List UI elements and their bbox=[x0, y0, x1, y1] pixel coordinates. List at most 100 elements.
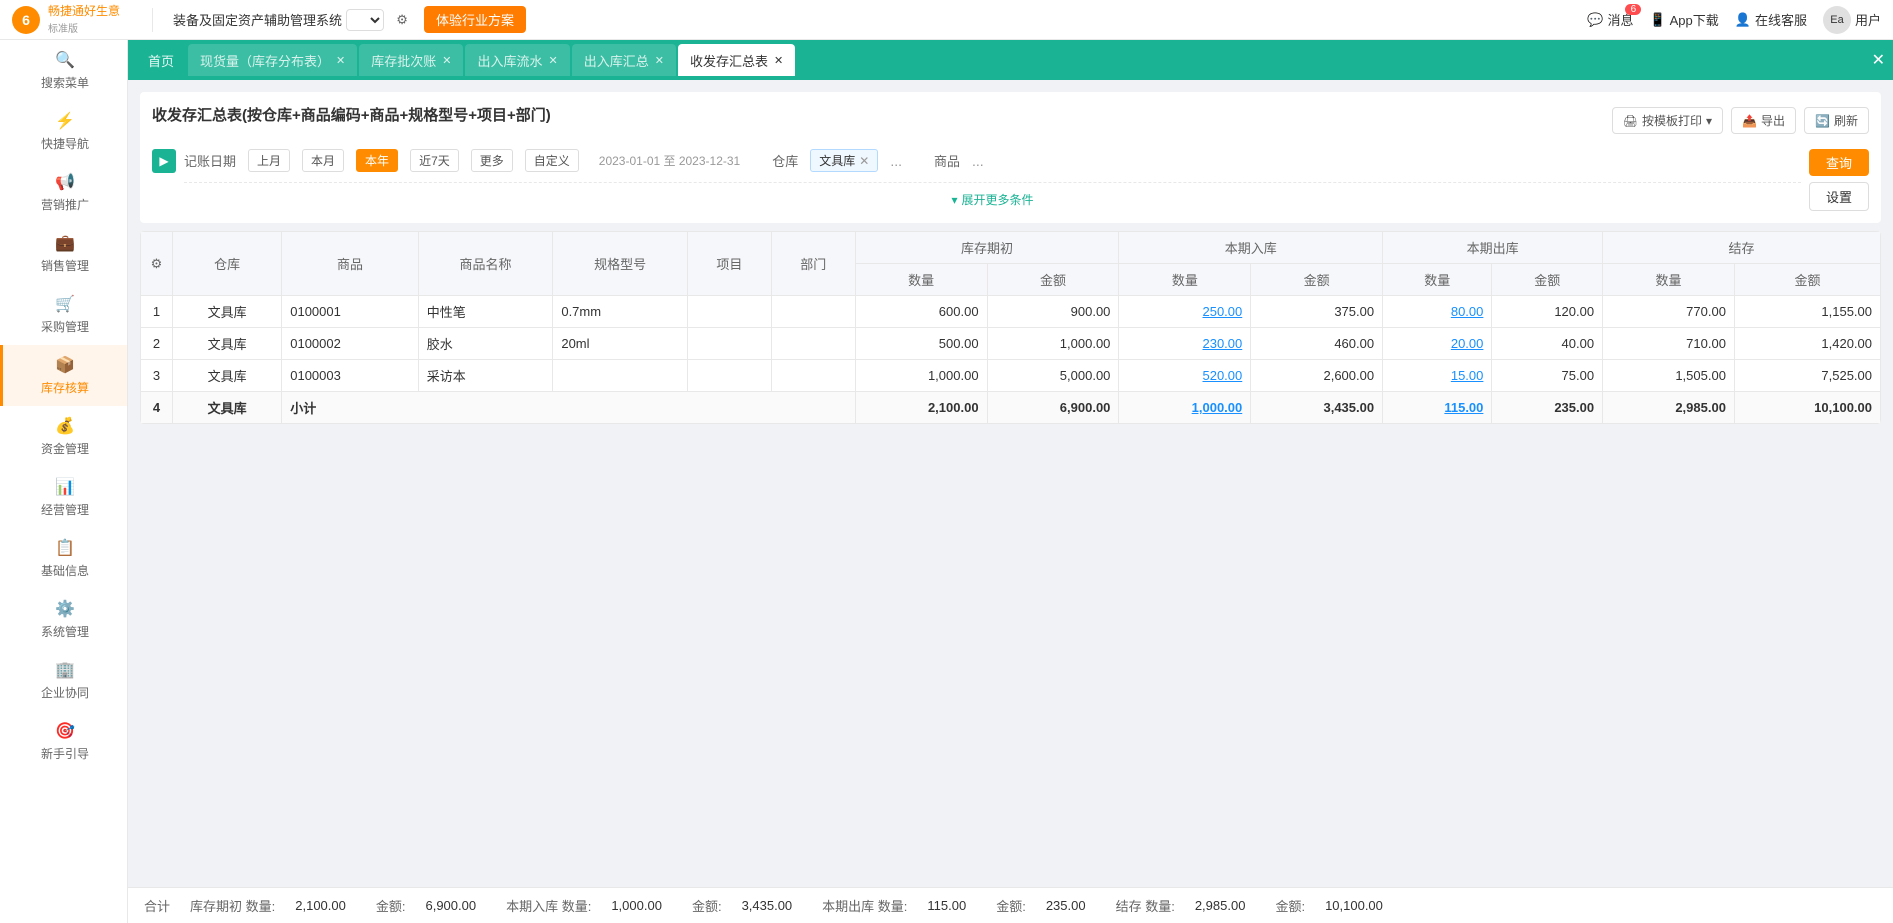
th-settings[interactable]: ⚙ bbox=[141, 232, 173, 296]
th-in-qty: 数量 bbox=[1119, 264, 1251, 296]
experience-button[interactable]: 体验行业方案 bbox=[424, 6, 526, 33]
system-select[interactable] bbox=[346, 9, 384, 31]
row2-spec: 20ml bbox=[553, 328, 688, 360]
row1-opening-amt: 900.00 bbox=[987, 296, 1119, 328]
row1-in-qty[interactable]: 250.00 bbox=[1119, 296, 1251, 328]
goods-dots[interactable]: ... bbox=[972, 153, 984, 169]
row1-out-qty[interactable]: 80.00 bbox=[1383, 296, 1492, 328]
megaphone-icon: 📢 bbox=[55, 172, 75, 192]
query-button[interactable]: 查询 bbox=[1809, 149, 1869, 176]
filter-recent7[interactable]: 近7天 bbox=[410, 149, 459, 172]
row1-spec: 0.7mm bbox=[553, 296, 688, 328]
date-filter-label: 记账日期 bbox=[184, 151, 236, 170]
tab-inventory-dist[interactable]: 现货量（库存分布表） ✕ bbox=[188, 44, 357, 76]
row2-code: 0100002 bbox=[282, 328, 419, 360]
subtotal-closing-amt: 10,100.00 bbox=[1734, 392, 1880, 424]
sidebar-item-guide[interactable]: 🎯 新手引导 bbox=[0, 711, 127, 772]
row1-no: 1 bbox=[141, 296, 173, 328]
target-icon: 🎯 bbox=[55, 721, 75, 741]
row2-in-qty[interactable]: 230.00 bbox=[1119, 328, 1251, 360]
tab-close-inventory-dist[interactable]: ✕ bbox=[336, 54, 345, 67]
tab-home[interactable]: 首页 bbox=[136, 44, 186, 76]
app-download-item[interactable]: 📱 App下载 bbox=[1649, 10, 1718, 29]
tab-bar-close[interactable]: ✕ bbox=[1872, 50, 1885, 70]
sidebar-item-marketing[interactable]: 📢 营销推广 bbox=[0, 162, 127, 223]
row2-dept bbox=[771, 328, 855, 360]
filter-collapse-arrow[interactable]: ▶ bbox=[152, 149, 176, 173]
export-button[interactable]: 📤 导出 bbox=[1731, 107, 1796, 134]
tab-close-in-out-flow[interactable]: ✕ bbox=[549, 54, 558, 67]
lightning-icon: ⚡ bbox=[55, 111, 75, 131]
subtotal-opening-amt: 6,900.00 bbox=[987, 392, 1119, 424]
row2-opening-qty: 500.00 bbox=[855, 328, 987, 360]
sidebar-item-search[interactable]: 🔍 搜索菜单 bbox=[0, 40, 127, 101]
sidebar-item-sales[interactable]: 💼 销售管理 bbox=[0, 223, 127, 284]
th-closing-amt: 金额 bbox=[1734, 264, 1880, 296]
table-row: 1 文具库 0100001 中性笔 0.7mm 600.00 900.00 25… bbox=[141, 296, 1881, 328]
tab-stock-summary[interactable]: 收发存汇总表 ✕ bbox=[678, 44, 795, 76]
row2-in-amt: 460.00 bbox=[1251, 328, 1383, 360]
subtotal-in-qty[interactable]: 1,000.00 bbox=[1119, 392, 1251, 424]
tab-in-out-flow[interactable]: 出入库流水 ✕ bbox=[465, 44, 569, 76]
bottom-bar: 合计 库存期初 数量: 2,100.00 金额: 6,900.00 本期入库 数… bbox=[128, 887, 1893, 923]
filter-this-year[interactable]: 本年 bbox=[356, 149, 398, 172]
th-out: 本期出库 bbox=[1383, 232, 1603, 264]
sidebar-item-finance[interactable]: 💰 资金管理 bbox=[0, 406, 127, 467]
message-item[interactable]: 💬 消息 6 bbox=[1587, 10, 1633, 29]
sidebar-item-purchase[interactable]: 🛒 采购管理 bbox=[0, 284, 127, 345]
row1-project bbox=[687, 296, 771, 328]
row2-out-qty[interactable]: 20.00 bbox=[1383, 328, 1492, 360]
row2-name: 胶水 bbox=[418, 328, 553, 360]
filter-custom[interactable]: 自定义 bbox=[525, 149, 579, 172]
goods-filter-label: 商品 bbox=[934, 151, 960, 170]
warehouse-dots[interactable]: ... bbox=[890, 153, 902, 169]
th-goods-code: 商品 bbox=[282, 232, 419, 296]
subtotal-label: 小计 bbox=[282, 392, 855, 424]
sidebar-item-inventory[interactable]: 📦 库存核算 bbox=[0, 345, 127, 406]
filter-last-month[interactable]: 上月 bbox=[248, 149, 290, 172]
sidebar-item-operations[interactable]: 📊 经营管理 bbox=[0, 467, 127, 528]
subtotal-out-qty[interactable]: 115.00 bbox=[1383, 392, 1492, 424]
tab-in-out-summary[interactable]: 出入库汇总 ✕ bbox=[572, 44, 676, 76]
subtotal-no: 4 bbox=[141, 392, 173, 424]
settings-button[interactable]: 设置 bbox=[1809, 182, 1869, 211]
total-closing-amt: 10,100.00 bbox=[1325, 898, 1383, 913]
money-icon: 💰 bbox=[55, 416, 75, 436]
table-card: ⚙ 仓库 商品 商品名称 规格型号 项目 部门 库存期初 本期入库 本期出库 结 bbox=[140, 231, 1881, 424]
row2-opening-amt: 1,000.00 bbox=[987, 328, 1119, 360]
filter-row-1: 记账日期 上月 本月 本年 近7天 更多 自定义 2023-01-01 至 20… bbox=[184, 149, 1801, 172]
row3-out-qty[interactable]: 15.00 bbox=[1383, 360, 1492, 392]
row3-name: 采访本 bbox=[418, 360, 553, 392]
tab-close-stock-summary[interactable]: ✕ bbox=[774, 54, 783, 67]
row1-closing-qty: 770.00 bbox=[1603, 296, 1735, 328]
print-button[interactable]: 🖨 按模板打印 ▾ bbox=[1612, 107, 1723, 134]
filter-this-month[interactable]: 本月 bbox=[302, 149, 344, 172]
row1-out-amt: 120.00 bbox=[1492, 296, 1603, 328]
expand-conditions-button[interactable]: ▾ 展开更多条件 bbox=[951, 191, 1033, 208]
sidebar-item-enterprise[interactable]: 🏢 企业协同 bbox=[0, 650, 127, 711]
gear-icon[interactable]: ⚙ bbox=[388, 6, 416, 34]
row3-no: 3 bbox=[141, 360, 173, 392]
export-icon: 📤 bbox=[1742, 114, 1757, 128]
th-out-amt: 金额 bbox=[1492, 264, 1603, 296]
warehouse-tag: 文具库 ✕ bbox=[810, 149, 878, 172]
sidebar-item-system[interactable]: ⚙️ 系统管理 bbox=[0, 589, 127, 650]
tab-close-batch-account[interactable]: ✕ bbox=[442, 54, 451, 67]
tab-close-in-out-summary[interactable]: ✕ bbox=[655, 54, 664, 67]
warehouse-tag-close[interactable]: ✕ bbox=[859, 154, 869, 168]
online-service-item[interactable]: 👤 在线客服 bbox=[1735, 10, 1807, 29]
refresh-button[interactable]: 🔄 刷新 bbox=[1804, 107, 1869, 134]
chart-icon: 📊 bbox=[55, 477, 75, 497]
top-header: 6 畅捷通好生意 标准版 装备及固定资产辅助管理系统 ⚙ 体验行业方案 💬 消息… bbox=[0, 0, 1893, 40]
sidebar-item-basic-info[interactable]: 📋 基础信息 bbox=[0, 528, 127, 589]
row3-in-qty[interactable]: 520.00 bbox=[1119, 360, 1251, 392]
filter-more-date[interactable]: 更多 bbox=[471, 149, 513, 172]
tab-batch-account[interactable]: 库存批次账 ✕ bbox=[359, 44, 463, 76]
th-dept: 部门 bbox=[771, 232, 855, 296]
message-badge: 6 bbox=[1625, 4, 1641, 15]
page-title: 收发存汇总表(按仓库+商品编码+商品+规格型号+项目+部门) bbox=[152, 104, 551, 125]
sidebar-item-quick-nav[interactable]: ⚡ 快捷导航 bbox=[0, 101, 127, 162]
user-item[interactable]: Ea 用户 bbox=[1823, 6, 1881, 34]
box-icon: 📦 bbox=[55, 355, 75, 375]
phone-icon: 📱 bbox=[1649, 12, 1665, 28]
